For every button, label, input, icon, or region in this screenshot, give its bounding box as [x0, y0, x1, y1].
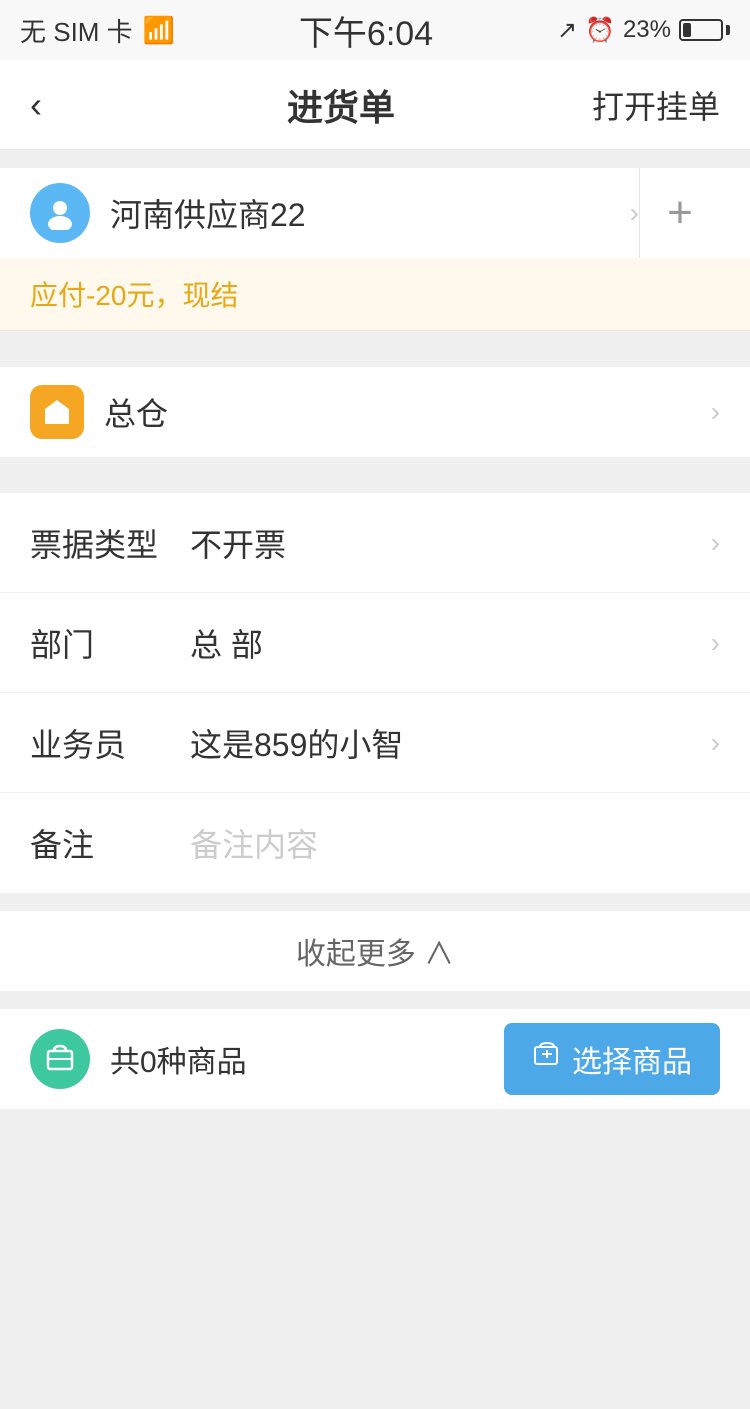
nav-bar: ‹ 进货单 打开挂单 — [0, 60, 750, 150]
department-label: 部门 — [30, 620, 170, 666]
bottom-bar: 共0种商品 选择商品 — [0, 1009, 750, 1109]
invoice-type-row[interactable]: 票据类型 不开票 › — [0, 493, 750, 593]
product-count: 共0种商品 — [110, 1037, 484, 1081]
invoice-type-label: 票据类型 — [30, 520, 170, 566]
status-left: 无 SIM 卡 📶 — [20, 12, 175, 49]
warehouse-section: 总仓 › — [0, 367, 750, 457]
avatar — [30, 183, 90, 243]
collapse-button[interactable]: 收起更多 ∧ — [0, 911, 750, 991]
invoice-type-value: 不开票 — [170, 520, 711, 566]
salesperson-chevron-icon: › — [711, 727, 720, 759]
section-divider-1 — [0, 150, 750, 168]
status-time: 下午6:04 — [299, 6, 433, 55]
page-title: 进货单 — [287, 79, 395, 131]
section-divider-3 — [0, 457, 750, 475]
supplier-name: 河南供应商22 — [110, 190, 610, 236]
salesperson-row[interactable]: 业务员 这是859的小智 › — [0, 693, 750, 793]
supplier-row[interactable]: 河南供应商22 › — [30, 168, 640, 258]
open-pending-button[interactable]: 打开挂单 — [592, 82, 720, 128]
select-product-button[interactable]: 选择商品 — [504, 1023, 720, 1095]
add-supplier-button[interactable]: + — [640, 168, 720, 258]
supplier-section: 河南供应商22 › + — [0, 168, 750, 258]
select-product-icon — [532, 1040, 562, 1078]
wifi-icon: 📶 — [143, 15, 175, 46]
section-divider-2 — [0, 331, 750, 349]
form-section: 票据类型 不开票 › 部门 总 部 › 业务员 这是859的小智 › 备注 备注… — [0, 493, 750, 893]
battery-percent: 23% — [623, 16, 671, 44]
notice-bar: 应付-20元，现结 — [0, 258, 750, 331]
bottom-gray-area — [0, 1109, 750, 1409]
salesperson-label: 业务员 — [30, 720, 170, 766]
department-value: 总 部 — [170, 620, 711, 666]
alarm-icon: ⏰ — [585, 16, 615, 45]
collapse-label: 收起更多 ∧ — [296, 929, 454, 973]
supplier-chevron-icon: › — [630, 197, 639, 229]
invoice-chevron-icon: › — [711, 527, 720, 559]
location-icon: ↗ — [557, 16, 577, 45]
status-right: ↗ ⏰ 23% — [557, 16, 730, 45]
back-button[interactable]: ‹ — [30, 84, 90, 126]
remark-label: 备注 — [30, 820, 170, 866]
select-product-label: 选择商品 — [572, 1037, 692, 1081]
remark-input[interactable]: 备注内容 — [170, 820, 720, 866]
department-chevron-icon: › — [711, 627, 720, 659]
warehouse-icon — [30, 385, 84, 439]
status-bar: 无 SIM 卡 📶 下午6:04 ↗ ⏰ 23% — [0, 0, 750, 60]
warehouse-row[interactable]: 总仓 › — [30, 367, 720, 457]
warehouse-name: 总仓 — [104, 389, 691, 435]
product-icon — [30, 1029, 90, 1089]
salesperson-value: 这是859的小智 — [170, 720, 711, 766]
carrier-text: 无 SIM 卡 — [20, 12, 133, 49]
department-row[interactable]: 部门 总 部 › — [0, 593, 750, 693]
remark-row[interactable]: 备注 备注内容 — [0, 793, 750, 893]
warehouse-chevron-icon: › — [711, 396, 720, 428]
battery-icon — [679, 19, 730, 41]
notice-text: 应付-20元，现结 — [30, 280, 238, 311]
